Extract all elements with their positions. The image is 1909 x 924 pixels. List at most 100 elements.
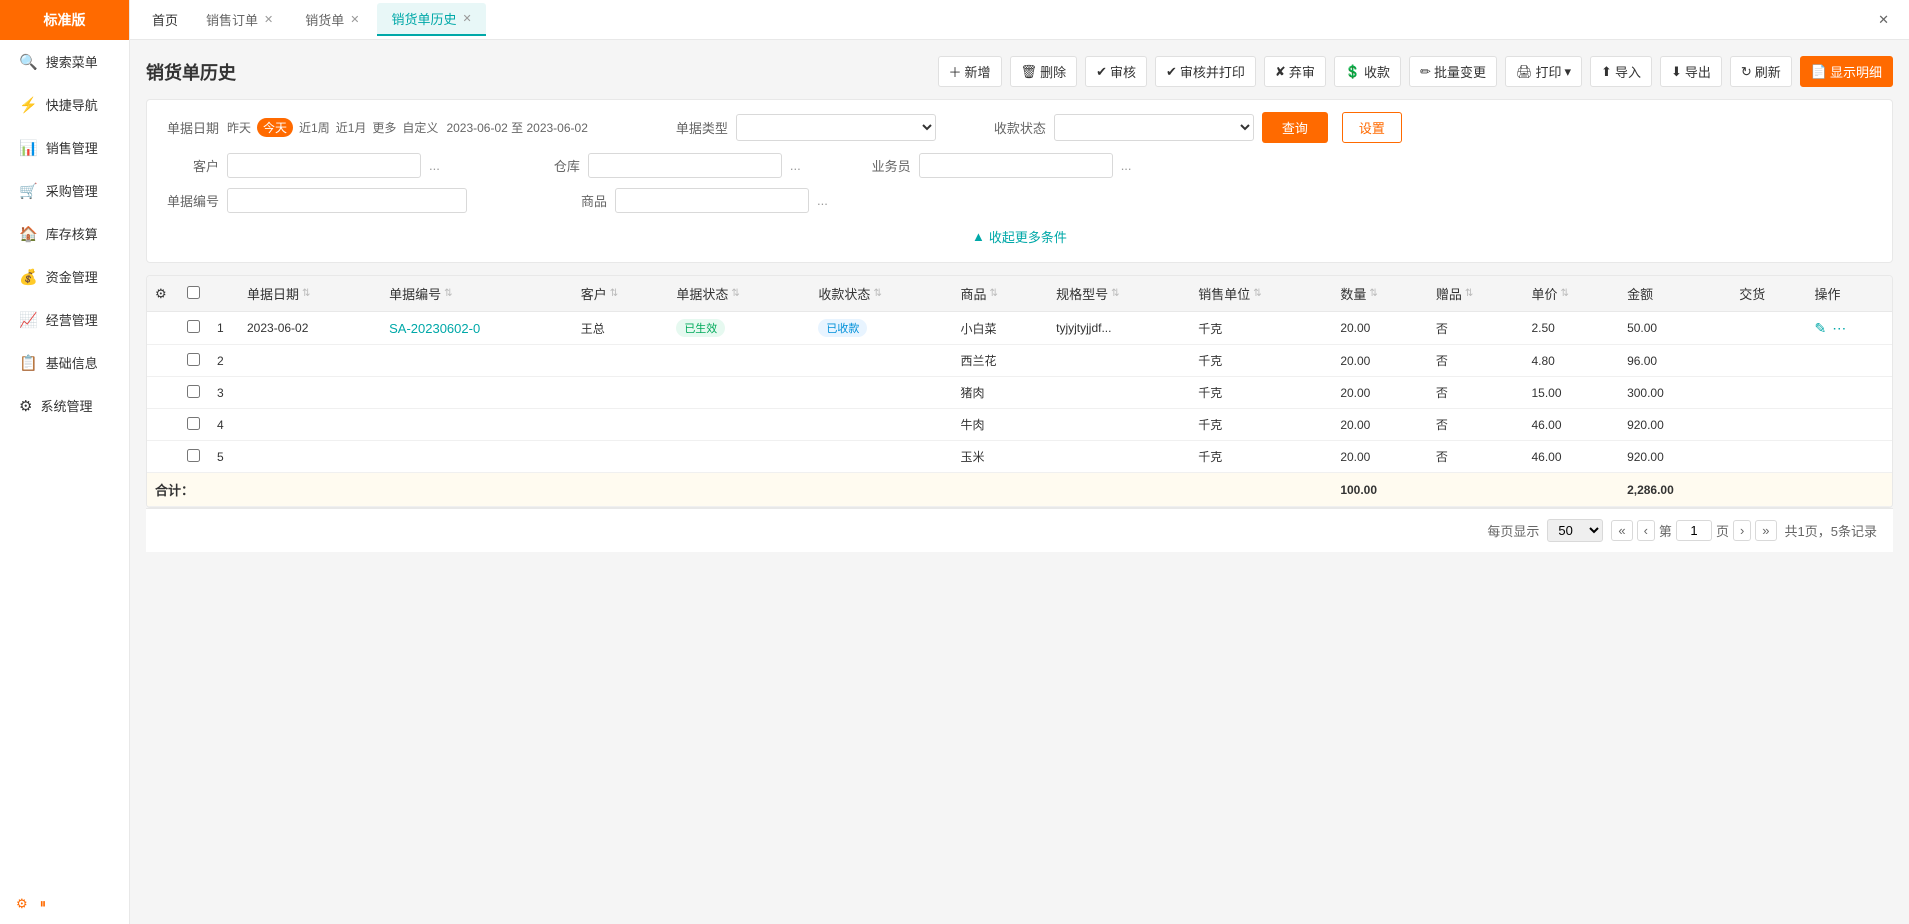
col-settings[interactable]: ⚙ bbox=[147, 276, 179, 312]
filter-staff: 业务员 ... bbox=[855, 153, 1132, 178]
filter-payment-status: 收款状态 查询 设置 bbox=[990, 112, 1402, 143]
sidebar-item-operations[interactable]: 📈 经营管理 bbox=[0, 298, 129, 341]
sidebar-item-basic-info[interactable]: 📋 基础信息 bbox=[0, 341, 129, 384]
next-page-btn[interactable]: › bbox=[1733, 520, 1751, 541]
col-payment-status[interactable]: 收款状态⇅ bbox=[810, 276, 952, 312]
row-checkbox-2[interactable] bbox=[187, 385, 200, 398]
doc-type-select[interactable] bbox=[736, 114, 936, 141]
staff-input[interactable] bbox=[919, 153, 1113, 178]
row-doc-no[interactable] bbox=[381, 409, 573, 441]
export-button[interactable]: ⬇ 导出 bbox=[1660, 56, 1722, 87]
col-doc-status[interactable]: 单据状态⇅ bbox=[668, 276, 810, 312]
first-page-btn[interactable]: « bbox=[1611, 520, 1632, 541]
collect-button[interactable]: 💲 收款 bbox=[1334, 56, 1401, 87]
row-transaction bbox=[1731, 312, 1806, 345]
row-doc-no[interactable]: SA-20230602-0 bbox=[381, 312, 573, 345]
row-checkbox-4[interactable] bbox=[187, 449, 200, 462]
doc-no-label: 单据编号 bbox=[163, 191, 219, 210]
per-page-select[interactable]: 50 100 bbox=[1547, 519, 1603, 542]
col-checkbox[interactable] bbox=[179, 276, 209, 312]
refresh-button[interactable]: ↻ 刷新 bbox=[1730, 56, 1792, 87]
row-doc-no[interactable] bbox=[381, 345, 573, 377]
payment-status-select[interactable] bbox=[1054, 114, 1254, 141]
date-custom[interactable]: 自定义 bbox=[402, 119, 438, 136]
tab-close-sales-order[interactable]: ✕ bbox=[264, 13, 273, 26]
pause-icon[interactable]: ⏸ bbox=[40, 896, 47, 912]
row-qty: 20.00 bbox=[1332, 441, 1428, 473]
sidebar-item-sales[interactable]: 📊 销售管理 bbox=[0, 126, 129, 169]
close-window-btn[interactable]: ✕ bbox=[1870, 12, 1897, 28]
query-button[interactable]: 查询 bbox=[1262, 112, 1328, 143]
sidebar-item-search-menu[interactable]: 🔍 搜索菜单 bbox=[0, 40, 129, 83]
col-price[interactable]: 单价⇅ bbox=[1523, 276, 1619, 312]
filter-warehouse: 仓库 ... bbox=[524, 153, 801, 178]
date-today[interactable]: 今天 bbox=[257, 118, 293, 137]
row-qty: 20.00 bbox=[1332, 409, 1428, 441]
audit-button[interactable]: ✔ 审核 bbox=[1085, 56, 1147, 87]
table-row: 1 2023-06-02 SA-20230602-0 王总 已生效 已收款 小白… bbox=[147, 312, 1892, 345]
batch-change-button[interactable]: ✏ 批量变更 bbox=[1409, 56, 1497, 87]
edit-icon[interactable]: ✎ bbox=[1814, 320, 1826, 337]
sidebar-item-label: 经营管理 bbox=[46, 310, 98, 329]
customer-ellipsis[interactable]: ... bbox=[429, 158, 440, 173]
warehouse-input[interactable] bbox=[588, 153, 782, 178]
staff-ellipsis[interactable]: ... bbox=[1121, 158, 1132, 173]
col-doc-date[interactable]: 单据日期⇅ bbox=[239, 276, 381, 312]
last-page-btn[interactable]: » bbox=[1755, 520, 1776, 541]
new-icon: ＋ bbox=[949, 62, 962, 81]
tab-home[interactable]: 首页 bbox=[142, 4, 188, 35]
date-last1m[interactable]: 近1月 bbox=[336, 119, 367, 136]
import-button[interactable]: ⬆ 导入 bbox=[1590, 56, 1652, 87]
col-qty[interactable]: 数量⇅ bbox=[1332, 276, 1428, 312]
row-checkbox-1[interactable] bbox=[187, 353, 200, 366]
col-customer[interactable]: 客户⇅ bbox=[573, 276, 669, 312]
col-doc-no[interactable]: 单据编号⇅ bbox=[381, 276, 573, 312]
row-checkbox-0[interactable] bbox=[187, 320, 200, 333]
doc-no-input[interactable] bbox=[227, 188, 467, 213]
row-doc-no[interactable] bbox=[381, 441, 573, 473]
row-spec bbox=[1048, 409, 1190, 441]
show-detail-button[interactable]: 📄 显示明细 bbox=[1800, 56, 1893, 87]
col-goods[interactable]: 商品⇅ bbox=[953, 276, 1049, 312]
sidebar-item-purchase[interactable]: 🛒 采购管理 bbox=[0, 169, 129, 212]
sidebar-item-label: 系统管理 bbox=[40, 396, 92, 415]
summary-label: 合计： bbox=[147, 473, 1332, 507]
col-spec[interactable]: 规格型号⇅ bbox=[1048, 276, 1190, 312]
date-last7[interactable]: 近1周 bbox=[299, 119, 330, 136]
goods-input[interactable] bbox=[615, 188, 809, 213]
set-button[interactable]: 设置 bbox=[1342, 112, 1402, 143]
prev-page-btn[interactable]: ‹ bbox=[1637, 520, 1655, 541]
delete-button[interactable]: 🗑 删除 bbox=[1010, 56, 1078, 87]
settings-icon[interactable]: ⚙ bbox=[16, 896, 28, 912]
col-gift[interactable]: 赠品⇅ bbox=[1428, 276, 1524, 312]
tab-close-sales-history[interactable]: ✕ bbox=[463, 12, 472, 25]
customer-input[interactable] bbox=[227, 153, 421, 178]
audit-print-icon: ✔ bbox=[1166, 64, 1177, 80]
sidebar-item-quick-nav[interactable]: ⚡ 快捷导航 bbox=[0, 83, 129, 126]
date-more[interactable]: 更多 bbox=[372, 119, 396, 136]
row-doc-no[interactable] bbox=[381, 377, 573, 409]
collapse-button[interactable]: ▲ 收起更多条件 bbox=[163, 223, 1876, 250]
filter-date: 单据日期 昨天 今天 近1周 近1月 更多 自定义 2023-06-02 至 2… bbox=[163, 118, 588, 137]
col-unit[interactable]: 销售单位⇅ bbox=[1190, 276, 1332, 312]
sidebar-item-finance[interactable]: 💰 资金管理 bbox=[0, 255, 129, 298]
page-number-input[interactable] bbox=[1676, 520, 1712, 541]
print-button[interactable]: 🖨 打印 ▾ bbox=[1505, 56, 1582, 87]
select-all-checkbox[interactable] bbox=[187, 286, 200, 299]
tab-sales-order[interactable]: 销售订单 ✕ bbox=[192, 4, 287, 35]
abandon-button[interactable]: ✘ 弃审 bbox=[1264, 56, 1326, 87]
more-action-icon[interactable]: ⋯ bbox=[1832, 320, 1846, 337]
goods-ellipsis[interactable]: ... bbox=[817, 193, 828, 208]
row-doc-date bbox=[239, 377, 381, 409]
sidebar-item-inventory[interactable]: 🏠 库存核算 bbox=[0, 212, 129, 255]
tab-sales-goods[interactable]: 销货单 ✕ bbox=[291, 4, 373, 35]
tab-sales-history[interactable]: 销货单历史 ✕ bbox=[377, 3, 485, 36]
audit-print-button[interactable]: ✔ 审核并打印 bbox=[1155, 56, 1256, 87]
row-seq: 5 bbox=[209, 441, 239, 473]
new-button[interactable]: ＋ 新增 bbox=[938, 56, 1002, 87]
warehouse-ellipsis[interactable]: ... bbox=[790, 158, 801, 173]
sidebar-item-sys-mgmt[interactable]: ⚙ 系统管理 bbox=[0, 384, 129, 427]
row-checkbox-3[interactable] bbox=[187, 417, 200, 430]
date-yesterday[interactable]: 昨天 bbox=[227, 119, 251, 136]
tab-close-sales-goods[interactable]: ✕ bbox=[350, 13, 359, 26]
